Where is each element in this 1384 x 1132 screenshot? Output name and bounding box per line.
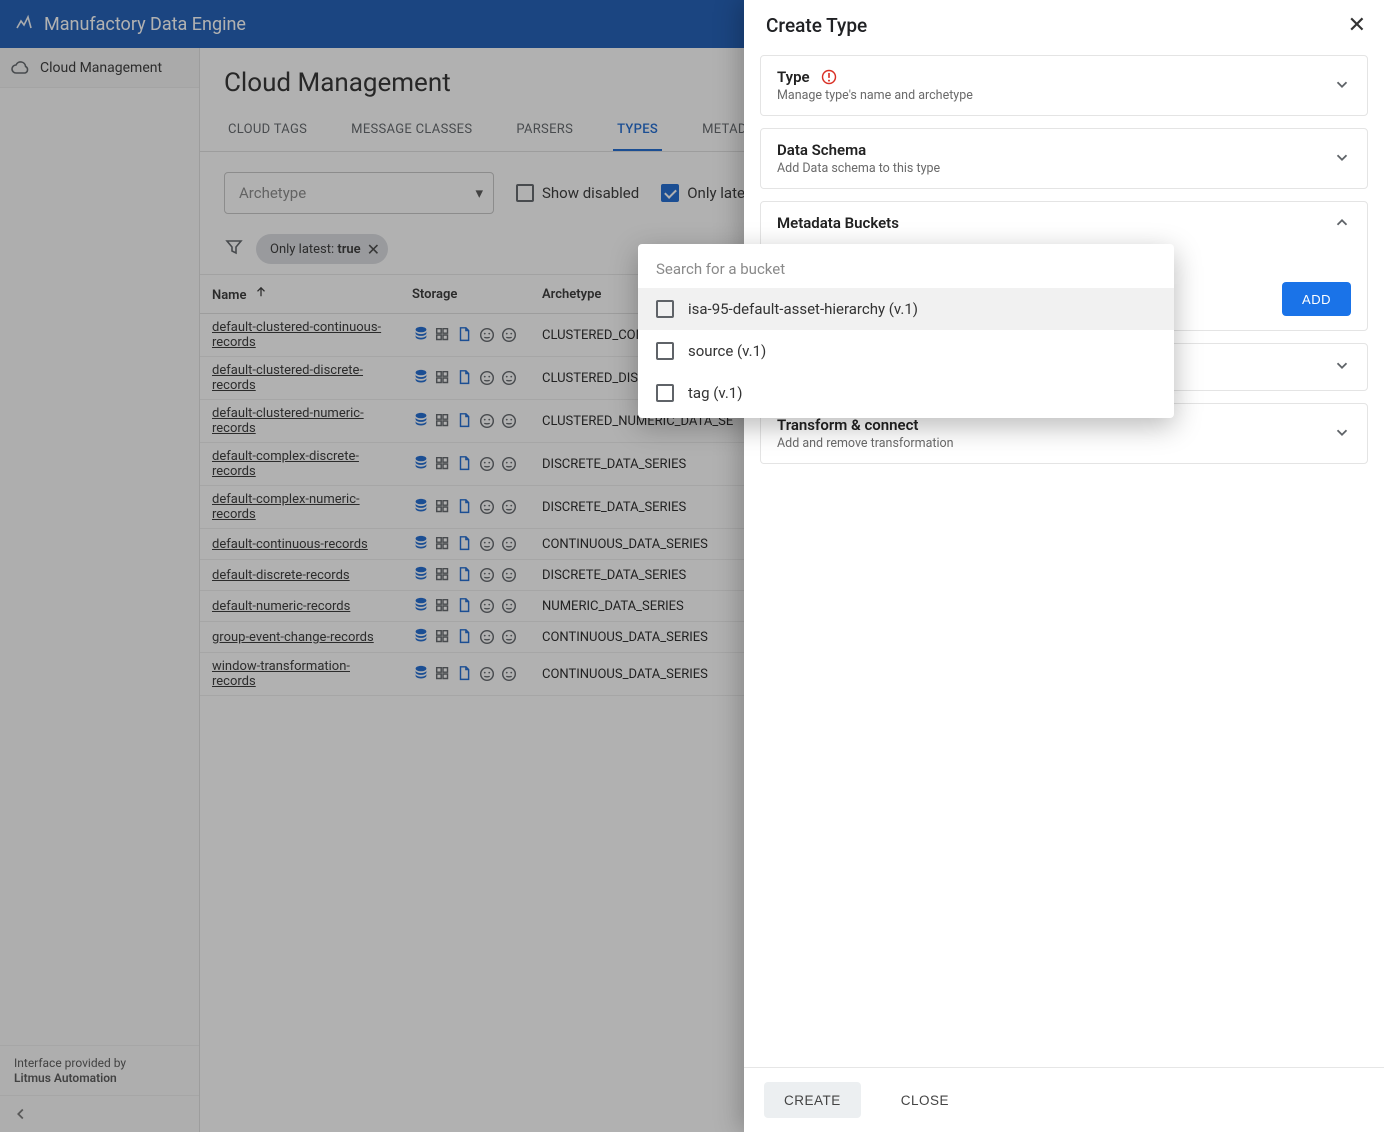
chevron-down-icon[interactable] [1333, 75, 1351, 97]
section-title: Type [777, 68, 810, 86]
section-subtitle: Add Data schema to this type [777, 161, 940, 176]
section-subtitle: Add and remove transformation [777, 436, 954, 451]
chevron-down-icon[interactable] [1333, 423, 1351, 445]
warning-icon [820, 68, 838, 86]
bucket-dropdown: Search for a bucket isa-95-default-asset… [638, 244, 1174, 418]
bucket-option[interactable]: source (v.1) [638, 330, 1174, 372]
section-title: Data Schema [777, 141, 940, 159]
bucket-option[interactable]: isa-95-default-asset-hierarchy (v.1) [638, 288, 1174, 330]
bucket-option-label: tag (v.1) [688, 384, 742, 402]
section-data-schema[interactable]: Data Schema Add Data schema to this type [760, 128, 1368, 189]
bucket-option-label: source (v.1) [688, 342, 766, 360]
add-button[interactable]: ADD [1282, 282, 1351, 316]
checkbox-box [656, 384, 674, 402]
checkbox-box [656, 300, 674, 318]
panel-body: Type Manage type's name and archetype Da… [744, 49, 1384, 1067]
chevron-down-icon[interactable] [1333, 356, 1351, 378]
section-title: Metadata Buckets [777, 214, 899, 232]
checkbox-box [656, 342, 674, 360]
create-type-panel: Create Type ✕ Type Manage type's name an… [744, 0, 1384, 1132]
section-type[interactable]: Type Manage type's name and archetype [760, 55, 1368, 116]
bucket-option[interactable]: tag (v.1) [638, 372, 1174, 414]
chevron-down-icon[interactable] [1333, 148, 1351, 170]
panel-title: Create Type [766, 14, 867, 37]
close-button[interactable]: CLOSE [881, 1082, 969, 1118]
section-title: Transform & connect [777, 416, 954, 434]
bucket-option-label: isa-95-default-asset-hierarchy (v.1) [688, 300, 918, 318]
panel-footer: CREATE CLOSE [744, 1067, 1384, 1132]
close-icon[interactable]: ✕ [1348, 15, 1366, 37]
section-subtitle: Manage type's name and archetype [777, 88, 973, 103]
chevron-up-icon[interactable] [1333, 214, 1351, 236]
create-button[interactable]: CREATE [764, 1082, 861, 1118]
bucket-search-input[interactable]: Search for a bucket [638, 250, 1174, 288]
panel-header: Create Type ✕ [744, 0, 1384, 49]
